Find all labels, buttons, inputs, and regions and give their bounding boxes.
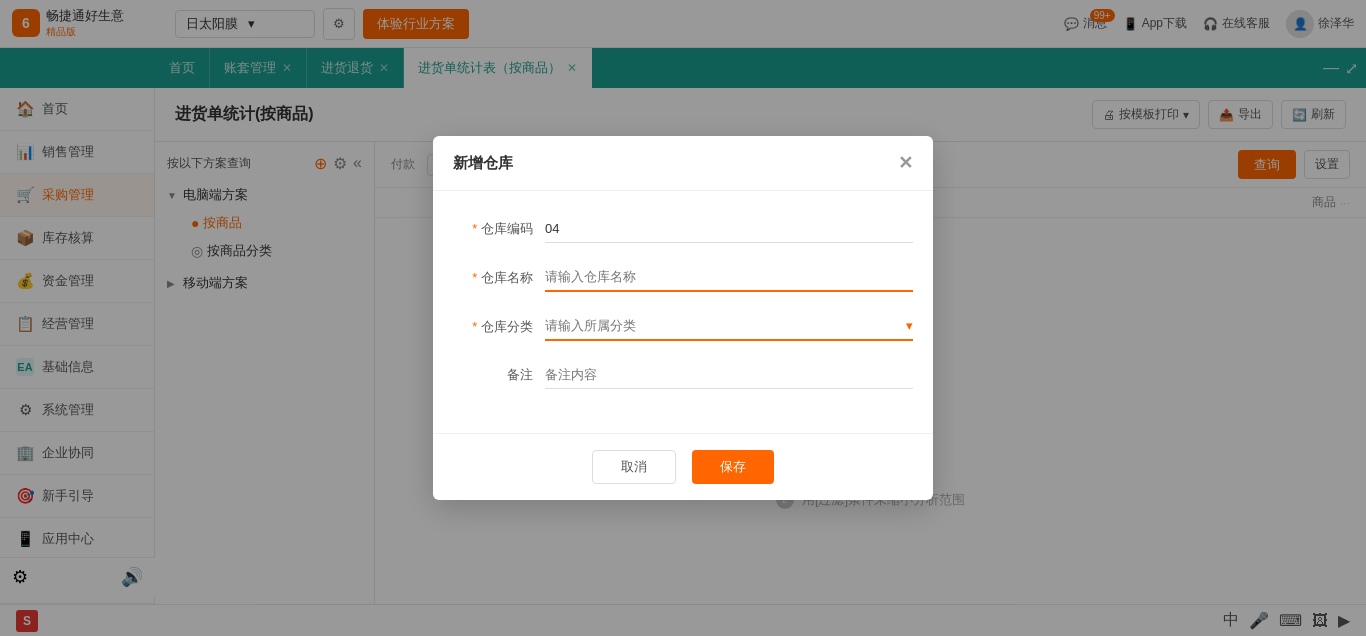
name-label: 仓库名称	[453, 269, 533, 287]
form-row-note: 备注	[453, 361, 913, 389]
modal-body: 仓库编码 仓库名称 仓库分类 ▾ 备注	[433, 191, 933, 433]
modal-title: 新增仓库	[453, 154, 513, 173]
form-row-name: 仓库名称	[453, 263, 913, 292]
note-input[interactable]	[545, 361, 913, 389]
modal-close-button[interactable]: ✕	[898, 152, 913, 174]
save-button[interactable]: 保存	[692, 450, 774, 484]
modal-header: 新增仓库 ✕	[433, 136, 933, 191]
modal-add-warehouse: 新增仓库 ✕ 仓库编码 仓库名称 仓库分类 ▾	[433, 136, 933, 500]
modal-overlay: 新增仓库 ✕ 仓库编码 仓库名称 仓库分类 ▾	[0, 0, 1366, 636]
modal-footer: 取消 保存	[433, 433, 933, 500]
code-input[interactable]	[545, 215, 913, 243]
cancel-button[interactable]: 取消	[592, 450, 676, 484]
form-row-code: 仓库编码	[453, 215, 913, 243]
category-select[interactable]: ▾	[545, 312, 913, 341]
note-label: 备注	[453, 366, 533, 384]
form-row-category: 仓库分类 ▾	[453, 312, 913, 341]
category-arrow-icon: ▾	[906, 318, 913, 333]
name-input[interactable]	[545, 263, 913, 292]
category-label: 仓库分类	[453, 318, 533, 336]
code-label: 仓库编码	[453, 220, 533, 238]
category-input[interactable]	[545, 318, 906, 333]
